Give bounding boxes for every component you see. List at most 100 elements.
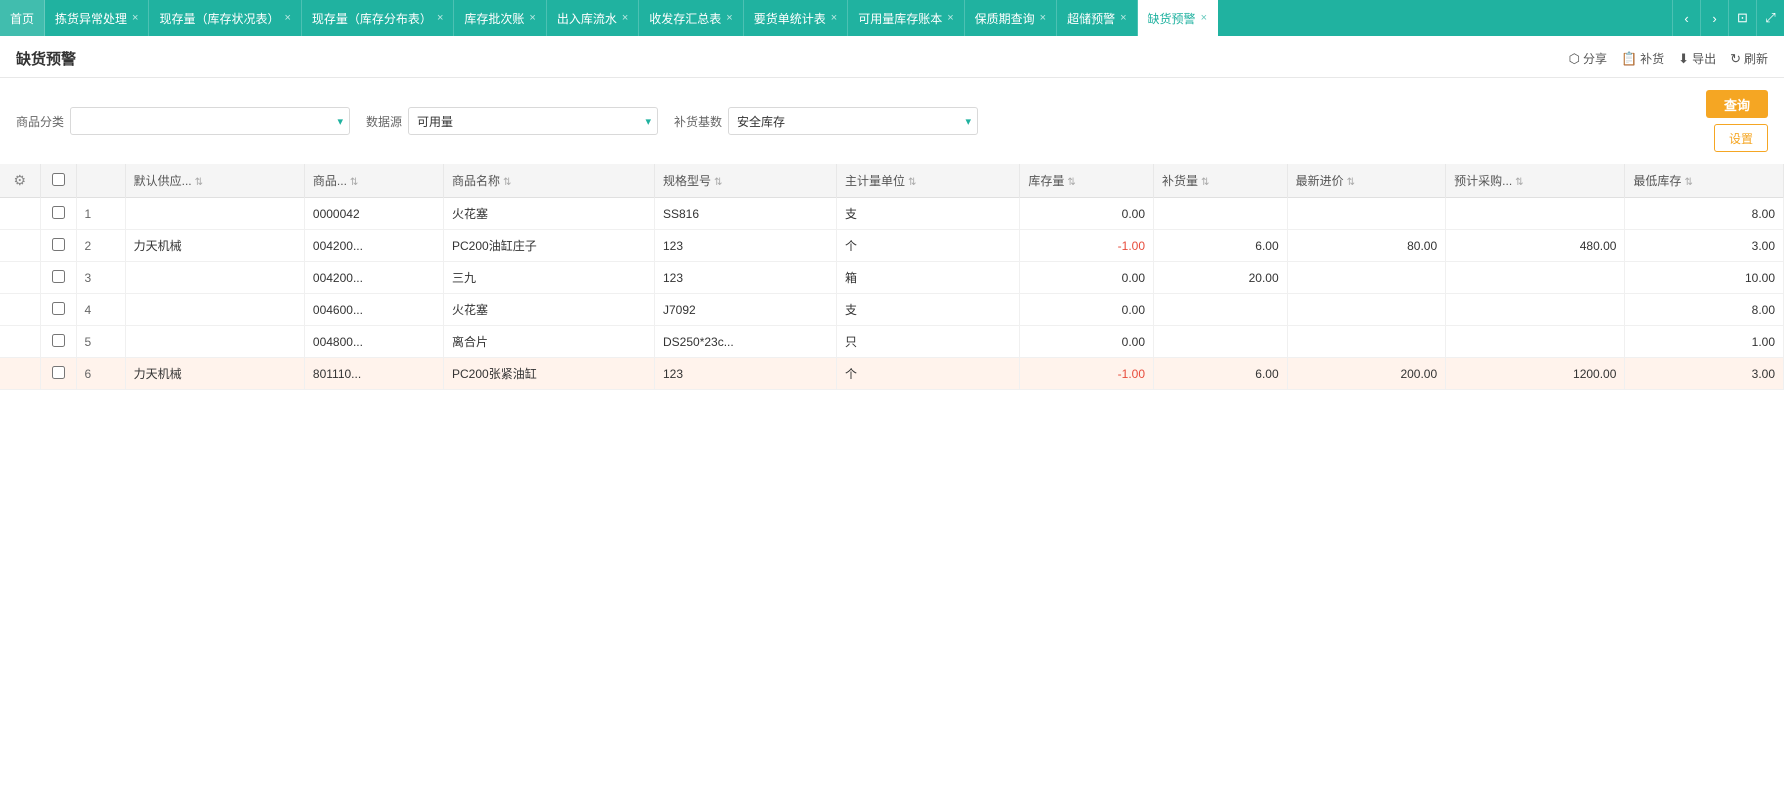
tab-close-inventory-dist[interactable]: × xyxy=(437,12,443,24)
col-header-unit[interactable]: 主计量单位⇅ xyxy=(836,164,1019,198)
row-checkbox[interactable] xyxy=(52,270,65,283)
refresh-button[interactable]: ↻ 刷新 xyxy=(1730,50,1768,67)
select-all-checkbox[interactable] xyxy=(52,173,65,186)
settings-button[interactable]: 设置 xyxy=(1714,124,1768,152)
tab-inventory-status[interactable]: 现存量（库存状况表）× xyxy=(149,0,301,36)
replenish-base-arrow-icon: ▾ xyxy=(966,115,972,128)
row-min-stock: 8.00 xyxy=(1625,198,1784,230)
refresh-icon: ↻ xyxy=(1730,51,1741,67)
datasource-label: 数据源 xyxy=(366,113,402,130)
col-header-est_purchase[interactable]: 预计采购...⇅ xyxy=(1446,164,1625,198)
share-button[interactable]: ⬡ 分享 xyxy=(1569,50,1607,67)
row-product-code: 004200... xyxy=(304,230,443,262)
row-latest-price xyxy=(1287,198,1446,230)
replenish-base-filter-group: 补货基数 安全库存 ▾ xyxy=(674,107,978,135)
row-replenish-qty xyxy=(1154,326,1288,358)
row-est-purchase xyxy=(1446,294,1625,326)
tab-close-overstock-warning[interactable]: × xyxy=(1120,12,1126,24)
row-product-name: 火花塞 xyxy=(444,294,655,326)
col-header-stock_qty[interactable]: 库存量⇅ xyxy=(1020,164,1154,198)
tab-expiry-query[interactable]: 保质期查询× xyxy=(965,0,1057,36)
row-checkbox[interactable] xyxy=(52,366,65,379)
tab-collect-summary[interactable]: 收发存汇总表× xyxy=(639,0,743,36)
tab-home[interactable]: 首页 xyxy=(0,0,45,36)
row-product-name: 火花塞 xyxy=(444,198,655,230)
tab-overstock-warning[interactable]: 超储预警× xyxy=(1057,0,1137,36)
row-spec: DS250*23c... xyxy=(655,326,837,358)
header-actions: ⬡ 分享 📋 补货 ⬇ 导出 ↻ 刷新 xyxy=(1569,50,1768,67)
col-header-spec[interactable]: 规格型号⇅ xyxy=(655,164,837,198)
row-unit: 个 xyxy=(836,230,1019,262)
category-select[interactable]: ▾ xyxy=(70,107,350,135)
tab-next-button[interactable]: › xyxy=(1700,0,1728,36)
row-checkbox[interactable] xyxy=(52,238,65,251)
export-button[interactable]: ⬇ 导出 xyxy=(1678,50,1716,67)
row-checkbox-cell xyxy=(40,294,76,326)
row-stock-qty: 0.00 xyxy=(1020,294,1154,326)
tab-close-inout-flow[interactable]: × xyxy=(622,12,628,24)
tab-inventory-dist[interactable]: 现存量（库存分布表）× xyxy=(302,0,454,36)
row-index: 2 xyxy=(76,230,125,262)
tab-maximize-button[interactable]: ⤢ xyxy=(1756,0,1784,36)
gear-icon[interactable]: ⚙ xyxy=(13,172,26,188)
col-header-default_supplier[interactable]: 默认供应...⇅ xyxy=(125,164,304,198)
tab-available-ledger[interactable]: 可用量库存账本× xyxy=(848,0,964,36)
row-default-supplier xyxy=(125,326,304,358)
row-replenish-qty xyxy=(1154,198,1288,230)
page-header: 缺货预警 ⬡ 分享 📋 补货 ⬇ 导出 ↻ 刷新 xyxy=(0,36,1784,78)
tab-close-collect-summary[interactable]: × xyxy=(726,12,732,24)
row-unit: 个 xyxy=(836,358,1019,390)
row-product-name: PC200张紧油缸 xyxy=(444,358,655,390)
col-header-replenish_qty[interactable]: 补货量⇅ xyxy=(1154,164,1288,198)
row-gear-cell xyxy=(0,358,40,390)
tab-restore-button[interactable]: ⊡ xyxy=(1728,0,1756,36)
row-spec: 123 xyxy=(655,358,837,390)
row-index: 6 xyxy=(76,358,125,390)
tab-requisition-stat[interactable]: 要货单统计表× xyxy=(744,0,848,36)
col-header-min_stock[interactable]: 最低库存⇅ xyxy=(1625,164,1784,198)
row-min-stock: 3.00 xyxy=(1625,230,1784,262)
row-replenish-qty: 6.00 xyxy=(1154,230,1288,262)
export-icon: ⬇ xyxy=(1678,51,1689,67)
row-index: 4 xyxy=(76,294,125,326)
row-index: 5 xyxy=(76,326,125,358)
replenish-icon: 📋 xyxy=(1621,51,1637,67)
replenish-base-select[interactable]: 安全库存 ▾ xyxy=(728,107,978,135)
table-row: 5004800...离合片DS250*23c...只0.001.00 xyxy=(0,326,1784,358)
tab-inout-flow[interactable]: 出入库流水× xyxy=(547,0,639,36)
tab-close-inventory-status[interactable]: × xyxy=(284,12,290,24)
tab-close-abnormal[interactable]: × xyxy=(132,12,138,24)
sort-icon-latest_price: ⇅ xyxy=(1347,177,1355,188)
category-arrow-icon: ▾ xyxy=(337,115,343,128)
row-replenish-qty: 20.00 xyxy=(1154,262,1288,294)
row-spec: 123 xyxy=(655,262,837,294)
row-spec: J7092 xyxy=(655,294,837,326)
col-header-product_code[interactable]: 商品...⇅ xyxy=(304,164,443,198)
tab-batch[interactable]: 库存批次账× xyxy=(454,0,546,36)
row-product-name: 离合片 xyxy=(444,326,655,358)
row-product-code: 004600... xyxy=(304,294,443,326)
row-checkbox[interactable] xyxy=(52,334,65,347)
category-label: 商品分类 xyxy=(16,113,64,130)
tab-shortage-warning[interactable]: 缺货预警× xyxy=(1138,0,1218,36)
col-header-product_name[interactable]: 商品名称⇅ xyxy=(444,164,655,198)
tab-abnormal[interactable]: 拣货异常处理× xyxy=(45,0,149,36)
tab-close-shortage-warning[interactable]: × xyxy=(1201,12,1207,24)
tab-prev-button[interactable]: ‹ xyxy=(1672,0,1700,36)
replenish-button[interactable]: 📋 补货 xyxy=(1621,50,1664,67)
sort-icon-default_supplier: ⇅ xyxy=(195,177,203,188)
row-est-purchase xyxy=(1446,326,1625,358)
tab-close-batch[interactable]: × xyxy=(529,12,535,24)
tab-close-available-ledger[interactable]: × xyxy=(947,12,953,24)
row-gear-cell xyxy=(0,198,40,230)
tab-close-expiry-query[interactable]: × xyxy=(1040,12,1046,24)
table-row: 2力天机械004200...PC200油缸庄子123个-1.006.0080.0… xyxy=(0,230,1784,262)
col-header-latest_price[interactable]: 最新进价⇅ xyxy=(1287,164,1446,198)
share-icon: ⬡ xyxy=(1569,51,1580,67)
row-checkbox[interactable] xyxy=(52,206,65,219)
datasource-select[interactable]: 可用量 ▾ xyxy=(408,107,658,135)
query-button[interactable]: 查询 xyxy=(1706,90,1768,118)
row-checkbox[interactable] xyxy=(52,302,65,315)
row-default-supplier xyxy=(125,294,304,326)
tab-close-requisition-stat[interactable]: × xyxy=(831,12,837,24)
